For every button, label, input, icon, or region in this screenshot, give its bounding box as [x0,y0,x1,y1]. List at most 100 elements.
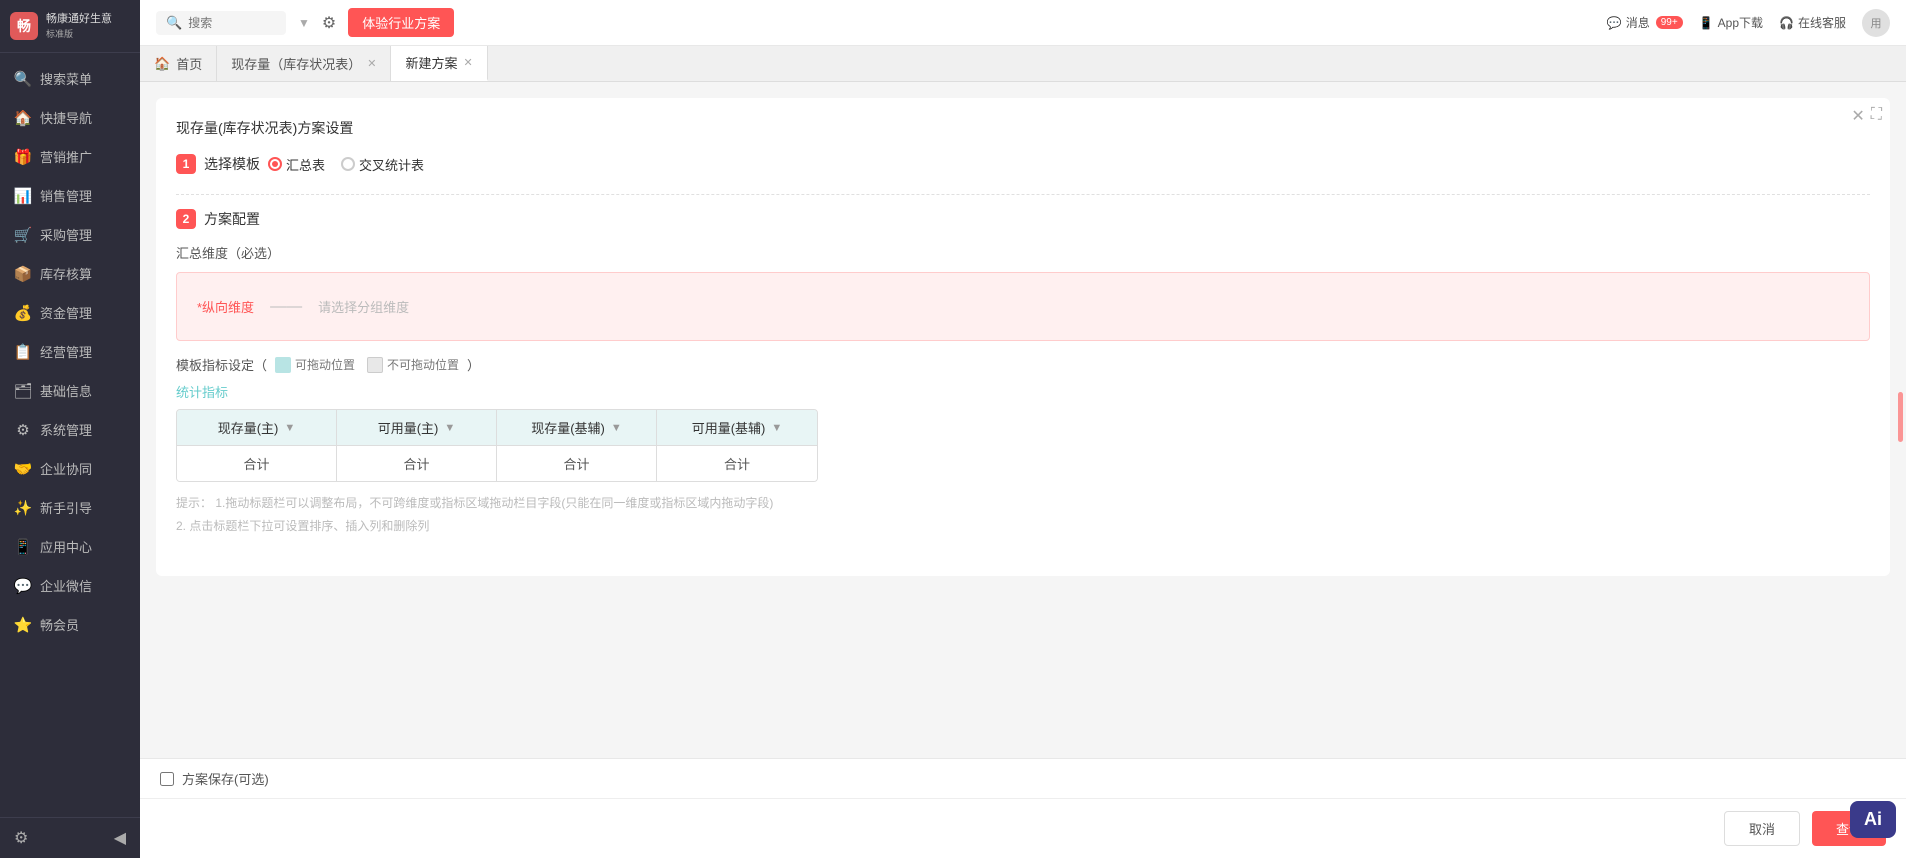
th-col3-chevron[interactable]: ▼ [611,422,622,434]
sidebar-item-basic-info[interactable]: 🗂 基础信息 [0,371,140,410]
message-btn[interactable]: 💬 消息 99+ [1607,14,1683,31]
th-col1-chevron[interactable]: ▼ [284,422,295,434]
sidebar-item-member[interactable]: ⭐ 畅会员 [0,605,140,644]
logo-icon: 畅 [10,12,38,40]
service-label: 在线客服 [1798,14,1846,31]
sidebar-label-quick-nav: 快捷导航 [40,108,92,127]
tab-home-label: 首页 [176,54,202,73]
scroll-indicator [1898,392,1903,442]
sidebar-item-purchase[interactable]: 🛒 采购管理 [0,215,140,254]
ai-label: Ai [1864,809,1882,829]
radio-summary-label: 汇总表 [286,155,325,174]
non-draggable-box [367,357,383,373]
tab-new-plan[interactable]: 新建方案 ✕ [391,46,487,81]
panel-close-icon[interactable]: ✕ [1851,106,1864,126]
sidebar-item-new-guide[interactable]: ✨ 新手引导 [0,488,140,527]
th-col4-chevron[interactable]: ▼ [771,422,782,434]
section-config: 2 方案配置 汇总维度（必选） *纵向维度 —— 请选择分组维度 模板指标设定（ [176,209,1870,536]
sidebar-nav: 🔍 搜索菜单 🏠 快捷导航 🎁 营销推广 📊 销售管理 🛒 采购管理 📦 库存核… [0,53,140,817]
search-input[interactable] [188,16,278,30]
sidebar-label-purchase: 采购管理 [40,225,92,244]
sidebar-footer: ⚙ ◀ [0,817,140,858]
section-template: 1 选择模板 汇总表 交叉统计表 [176,154,1870,174]
service-btn[interactable]: 🎧 在线客服 [1779,14,1846,31]
settings-icon[interactable]: ⚙ [14,828,28,848]
app-label: App下载 [1718,14,1763,31]
cancel-button[interactable]: 取消 [1724,811,1800,846]
panel-title: 现存量(库存状况表)方案设置 [176,118,1870,138]
radio-summary[interactable]: 汇总表 [268,155,325,174]
sidebar-label-inventory: 库存核算 [40,264,92,283]
sidebar-item-finance[interactable]: 💰 资金管理 [0,293,140,332]
td-col4: 合计 [657,446,817,481]
sidebar-item-quick-nav[interactable]: 🏠 快捷导航 [0,98,140,137]
section2-label: 方案配置 [204,209,260,229]
avatar-text: 用 [1871,15,1882,31]
app-center-icon: 📱 [14,538,32,556]
message-icon: 💬 [1607,16,1622,30]
sidebar-item-app-center[interactable]: 📱 应用中心 [0,527,140,566]
th-col2-chevron[interactable]: ▼ [444,422,455,434]
sidebar-item-contract[interactable]: 🤝 企业协同 [0,449,140,488]
marketing-icon: 🎁 [14,148,32,166]
operations-icon: 📋 [14,343,32,361]
dim-required: *纵向维度 [197,297,254,316]
user-avatar[interactable]: 用 [1862,9,1890,37]
td-col2: 合计 [337,446,497,481]
tab-inventory-close[interactable]: ✕ [367,57,376,70]
th-col3-label: 现存量(基辅) [531,418,605,437]
tab-home[interactable]: 🏠 首页 [140,46,217,81]
sidebar-label-contract: 企业协同 [40,459,92,478]
search-menu-icon: 🔍 [14,70,32,88]
finance-icon: 💰 [14,304,32,322]
th-col1-label: 现存量(主) [218,418,279,437]
collapse-icon[interactable]: ◀ [114,828,126,848]
sidebar-item-wechat[interactable]: 💬 企业微信 [0,566,140,605]
td-col3: 合计 [497,446,657,481]
sidebar-item-system[interactable]: ⚙ 系统管理 [0,410,140,449]
sidebar-label-wechat: 企业微信 [40,576,92,595]
section2-header: 2 方案配置 [176,209,1870,229]
action-bar: 取消 查询 [140,798,1906,858]
main-area: 🔍 ▼ ⚙ 体验行业方案 💬 消息 99+ 📱 App下载 🎧 在线客服 用 [140,0,1906,858]
new-guide-icon: ✨ [14,499,32,517]
indicator-close: ） [467,355,480,374]
quick-nav-icon: 🏠 [14,109,32,127]
indicator-label-text: 模板指标设定（ [176,355,267,374]
topbar: 🔍 ▼ ⚙ 体验行业方案 💬 消息 99+ 📱 App下载 🎧 在线客服 用 [140,0,1906,46]
sidebar-label-operations: 经营管理 [40,342,92,361]
dim-arrow: —— [270,298,302,316]
wechat-icon: 💬 [14,577,32,595]
th-col4: 可用量(基辅) ▼ [657,410,817,445]
sidebar-label-sales: 销售管理 [40,186,92,205]
non-draggable-legend: 不可拖动位置 [367,356,459,373]
sidebar-item-sales[interactable]: 📊 销售管理 [0,176,140,215]
dim-area: *纵向维度 —— 请选择分组维度 [176,272,1870,341]
sidebar-label-member: 畅会员 [40,615,79,634]
app-download-btn[interactable]: 📱 App下载 [1699,14,1763,31]
search-dropdown-icon[interactable]: ▼ [298,16,310,30]
sidebar-item-operations[interactable]: 📋 经营管理 [0,332,140,371]
ai-button[interactable]: Ai [1850,801,1896,838]
stats-label: 统计指标 [176,382,1870,401]
trial-btn[interactable]: 体验行业方案 [348,8,454,37]
indicator-table: 现存量(主) ▼ 可用量(主) ▼ 现存量(基辅) ▼ [176,409,818,482]
tab-new-plan-close[interactable]: ✕ [463,56,472,69]
basic-info-icon: 🗂 [14,382,32,400]
sidebar-item-inventory[interactable]: 📦 库存核算 [0,254,140,293]
draggable-legend: 可拖动位置 [275,356,355,373]
sidebar-item-marketing[interactable]: 🎁 营销推广 [0,137,140,176]
sidebar-item-search-menu[interactable]: 🔍 搜索菜单 [0,59,140,98]
tab-inventory[interactable]: 现存量（库存状况表） ✕ [217,46,391,81]
indicator-label: 模板指标设定（ 可拖动位置 不可拖动位置 [176,355,1870,374]
app-name: 畅康通好生意 [46,12,112,27]
tab-new-plan-label: 新建方案 [405,53,457,72]
dim-placeholder: 请选择分组维度 [318,297,409,316]
topbar-gear-icon[interactable]: ⚙ [322,13,336,33]
sidebar-label-app-center: 应用中心 [40,537,92,556]
topbar-right: 💬 消息 99+ 📱 App下载 🎧 在线客服 用 [1607,9,1890,37]
radio-cross[interactable]: 交叉统计表 [341,155,424,174]
search-box[interactable]: 🔍 [156,11,286,35]
panel-expand-icon[interactable]: ⛶ [1871,106,1882,126]
save-checkbox[interactable] [160,772,174,786]
